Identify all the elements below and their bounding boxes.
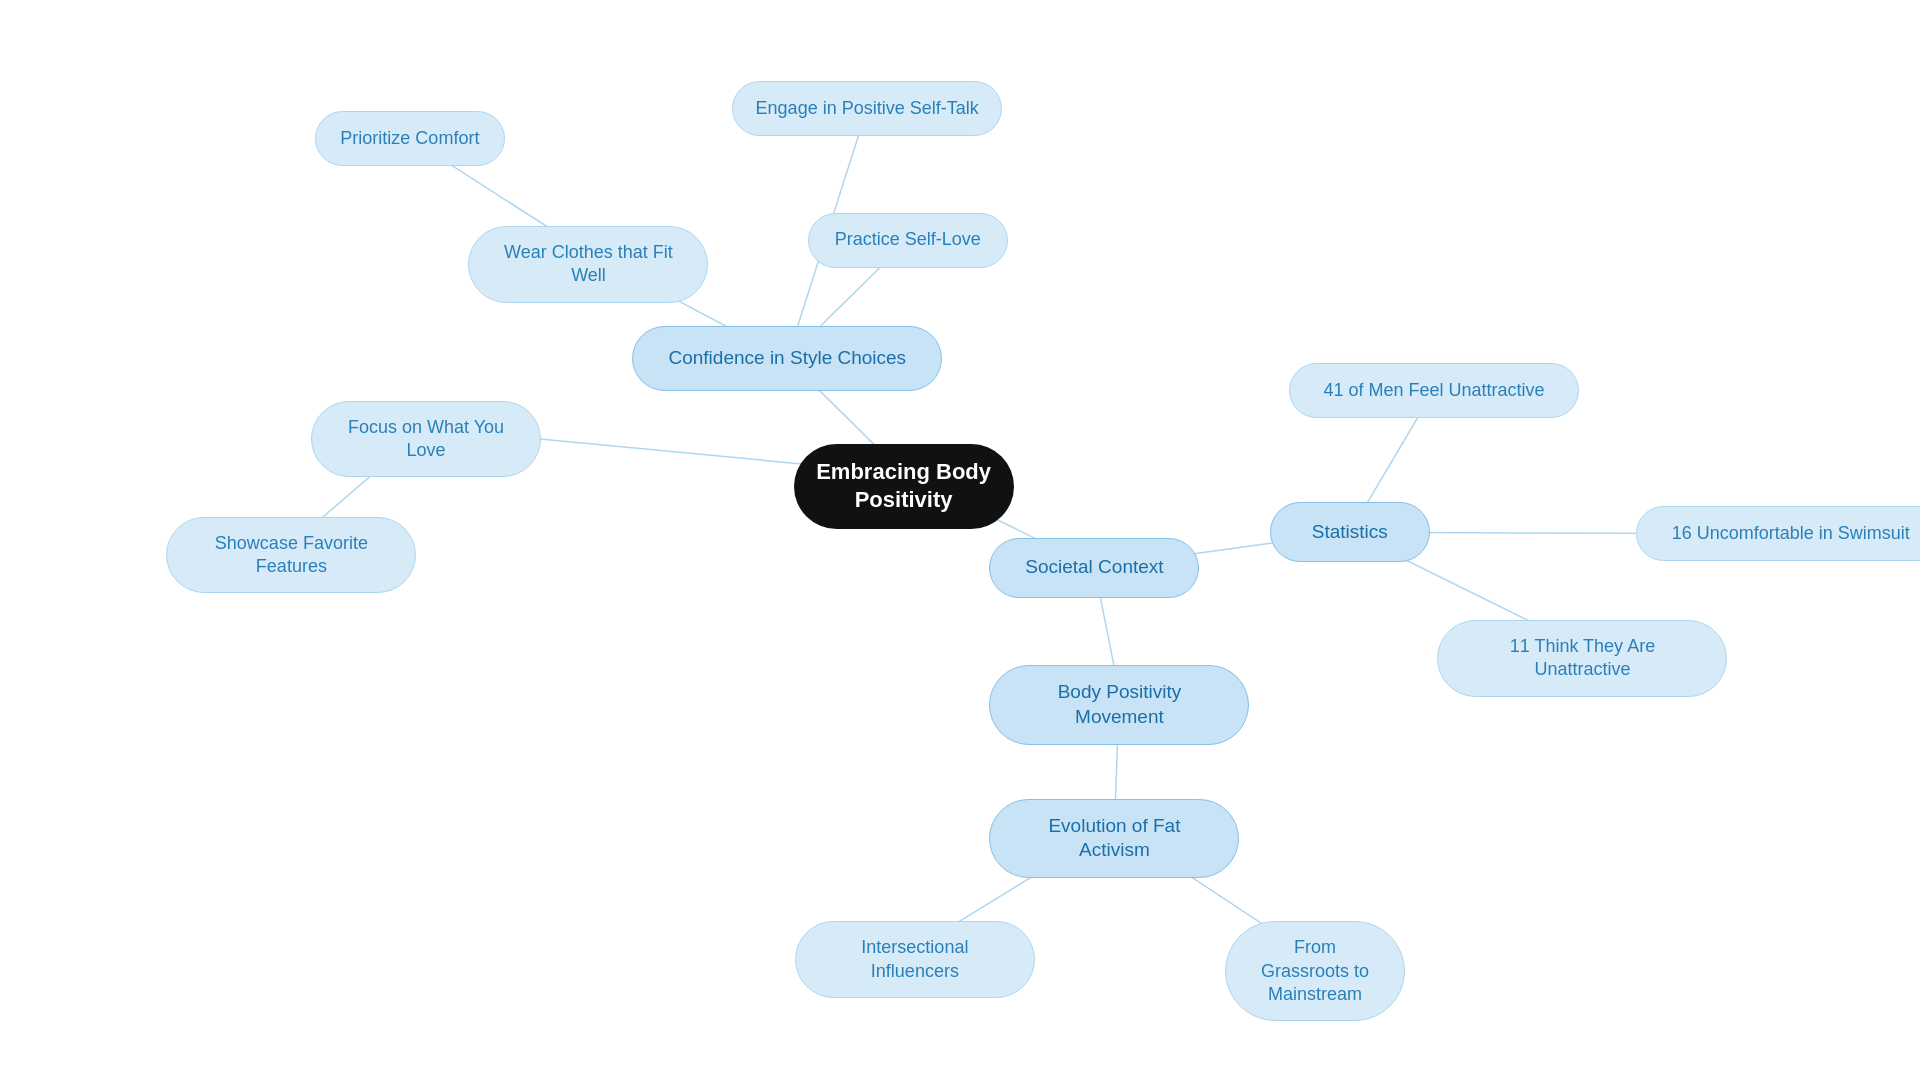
node-wear_clothes_fit_well[interactable]: Wear Clothes that Fit Well <box>468 226 708 303</box>
node-statistics[interactable]: Statistics <box>1270 502 1430 562</box>
node-from_grassroots_mainstream[interactable]: From Grassroots toMainstream <box>1225 921 1405 1021</box>
node-practice_self_love[interactable]: Practice Self-Love <box>808 213 1008 268</box>
node-body_positivity_movement[interactable]: Body Positivity Movement <box>989 665 1249 744</box>
node-center[interactable]: Embracing Body Positivity <box>794 444 1014 529</box>
node-focus_on_what_you_love[interactable]: Focus on What You Love <box>311 401 541 478</box>
mind-map: Embracing Body Positivity Engage in Posit… <box>0 0 1920 1083</box>
node-societal_context[interactable]: Societal Context <box>989 538 1199 598</box>
node-confidence_in_style_choices[interactable]: Confidence in Style Choices <box>632 326 942 391</box>
node-41_men_unattractive[interactable]: 41 of Men Feel Unattractive <box>1289 363 1579 418</box>
node-16_uncomfortable_swimsuit[interactable]: 16 Uncomfortable in Swimsuit <box>1636 506 1920 561</box>
node-11_think_unattractive[interactable]: 11 Think They Are Unattractive <box>1437 620 1727 697</box>
node-evolution_fat_activism[interactable]: Evolution of Fat Activism <box>989 799 1239 878</box>
node-engage_positive_self_talk[interactable]: Engage in Positive Self-Talk <box>732 81 1002 136</box>
node-intersectional_influencers[interactable]: Intersectional Influencers <box>795 921 1035 998</box>
node-prioritize_comfort[interactable]: Prioritize Comfort <box>315 111 505 166</box>
node-showcase_favorite_features[interactable]: Showcase Favorite Features <box>166 517 416 594</box>
